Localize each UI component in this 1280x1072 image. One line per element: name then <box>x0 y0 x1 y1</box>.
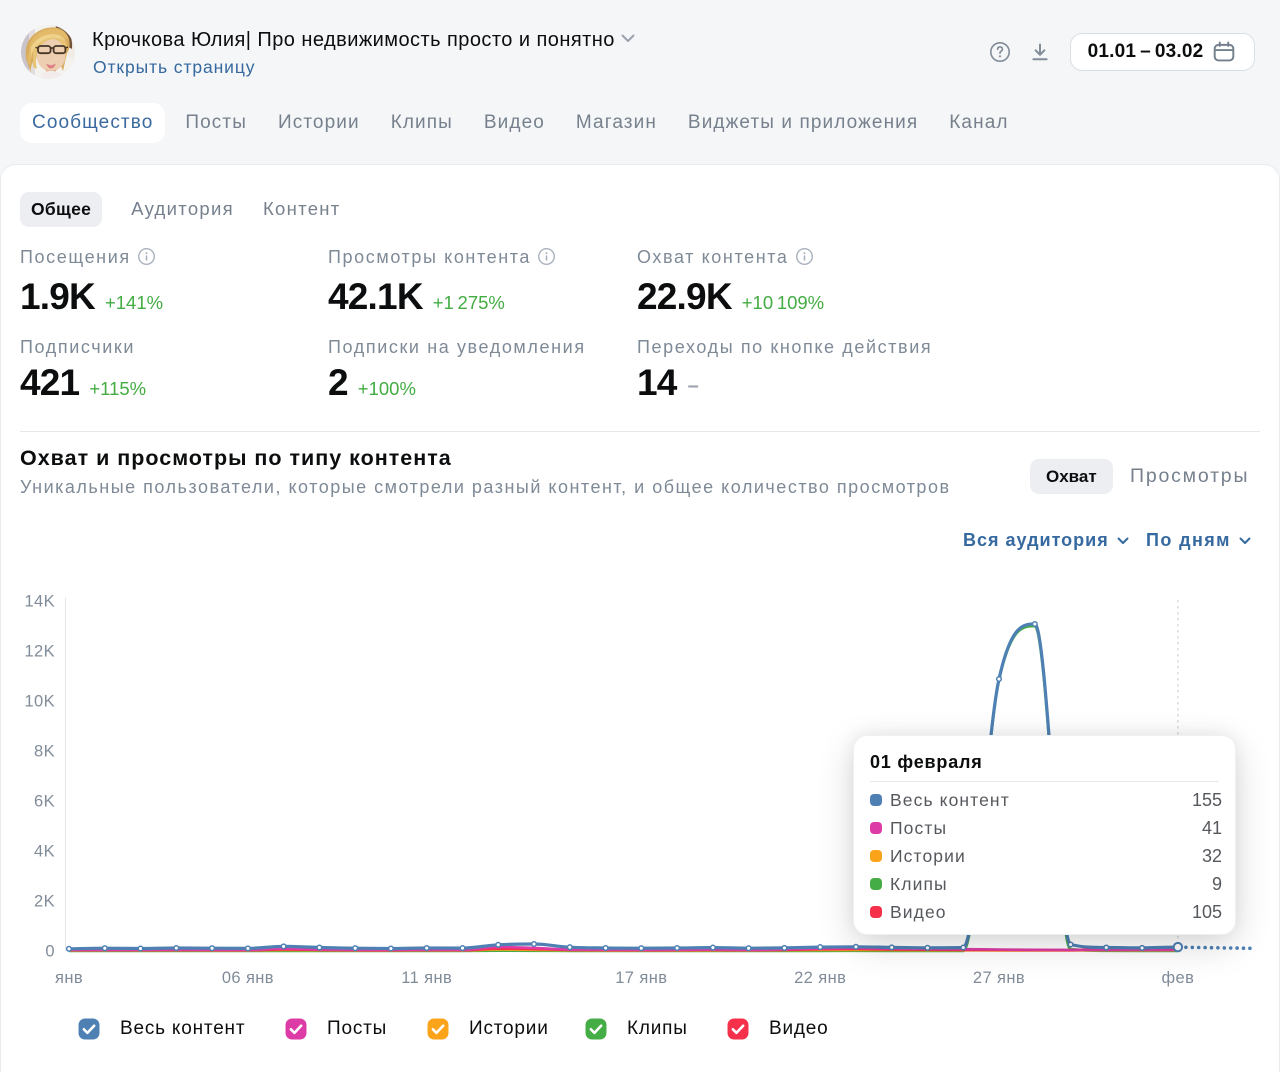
svg-text:4K: 4K <box>34 843 55 861</box>
svg-text:06 янв: 06 янв <box>222 969 274 987</box>
svg-text:8K: 8K <box>34 743 55 761</box>
svg-text:11 янв: 11 янв <box>401 969 452 987</box>
svg-text:12K: 12K <box>24 643 55 661</box>
svg-text:22 янв: 22 янв <box>794 969 846 987</box>
svg-text:2K: 2K <box>34 893 55 911</box>
svg-text:фев: фев <box>1162 969 1195 987</box>
svg-text:14K: 14K <box>24 593 55 611</box>
svg-text:10K: 10K <box>24 693 55 711</box>
svg-text:27 янв: 27 янв <box>973 969 1025 987</box>
svg-text:17 янв: 17 янв <box>615 969 667 987</box>
svg-text:0: 0 <box>45 943 55 961</box>
svg-text:6K: 6K <box>34 793 55 811</box>
svg-text:янв: янв <box>55 969 83 987</box>
